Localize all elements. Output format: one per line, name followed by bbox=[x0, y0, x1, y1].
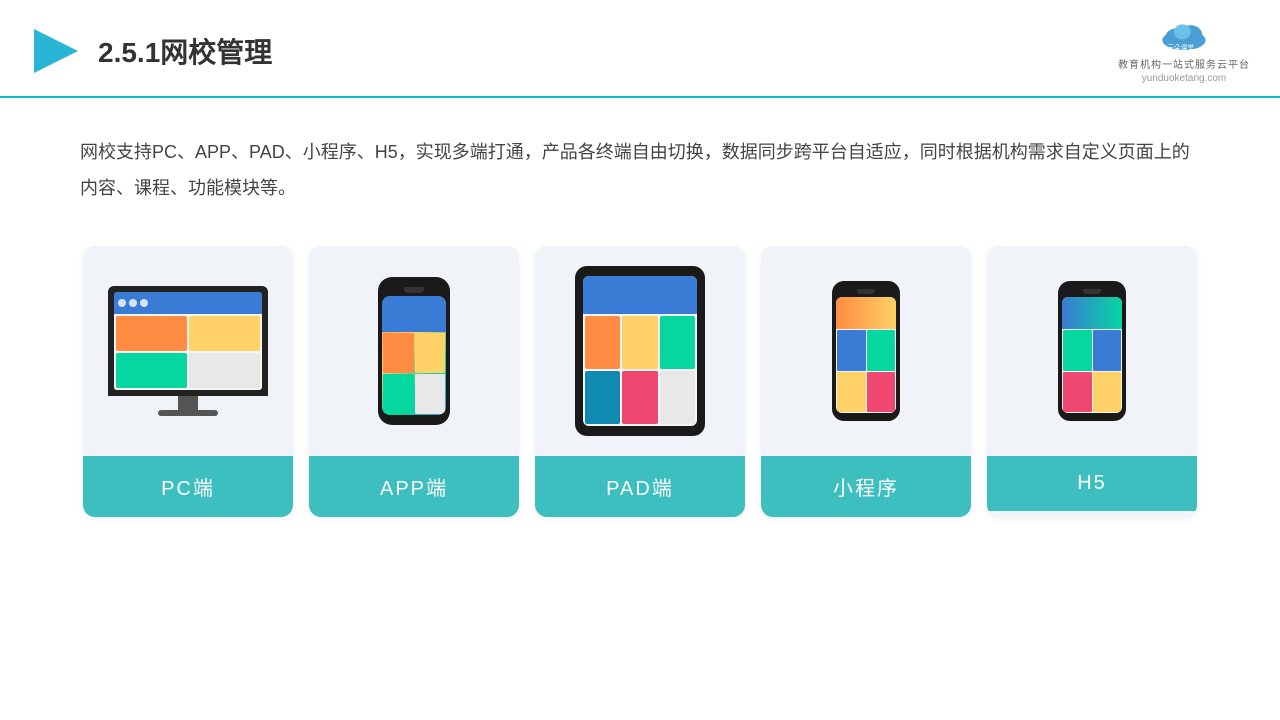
card-h5-label: H5 bbox=[987, 456, 1197, 511]
tablet-pad bbox=[575, 266, 705, 436]
card-h5-image bbox=[987, 246, 1197, 456]
cards-container: PC端 APP端 bbox=[0, 226, 1280, 537]
logo-cloud: 云朵课堂 bbox=[1159, 18, 1209, 54]
svg-text:云朵课堂: 云朵课堂 bbox=[1167, 43, 1194, 52]
card-mini-image bbox=[761, 246, 971, 456]
header: 2.5.1网校管理 云朵课堂 教育机构一站式服务云平台 yunduoketang… bbox=[0, 0, 1280, 98]
card-app: APP端 bbox=[309, 246, 519, 517]
logo-area: 云朵课堂 教育机构一站式服务云平台 yunduoketang.com bbox=[1118, 18, 1250, 84]
cloud-icon: 云朵课堂 bbox=[1159, 18, 1209, 54]
card-app-image bbox=[309, 246, 519, 456]
phone-h5 bbox=[1058, 281, 1126, 421]
card-mini: 小程序 bbox=[761, 246, 971, 517]
card-pc-label: PC端 bbox=[83, 456, 293, 517]
card-app-label: APP端 bbox=[309, 456, 519, 517]
pc-monitor bbox=[108, 286, 268, 416]
card-h5: H5 bbox=[987, 246, 1197, 517]
header-left: 2.5.1网校管理 bbox=[30, 25, 272, 77]
card-pc: PC端 bbox=[83, 246, 293, 517]
description-text: 网校支持PC、APP、PAD、小程序、H5，实现多端打通，产品各终端自由切换，数… bbox=[0, 98, 1280, 226]
logo-url: yunduoketang.com bbox=[1142, 73, 1227, 84]
card-pad: PAD端 bbox=[535, 246, 745, 517]
phone-app bbox=[378, 277, 450, 425]
phone-mini bbox=[832, 281, 900, 421]
card-pc-image bbox=[83, 246, 293, 456]
card-pad-label: PAD端 bbox=[535, 456, 745, 517]
card-mini-label: 小程序 bbox=[761, 456, 971, 517]
card-pad-image bbox=[535, 246, 745, 456]
logo-tagline: 教育机构一站式服务云平台 bbox=[1118, 56, 1250, 71]
page-title: 2.5.1网校管理 bbox=[98, 31, 272, 71]
play-icon bbox=[30, 25, 82, 77]
